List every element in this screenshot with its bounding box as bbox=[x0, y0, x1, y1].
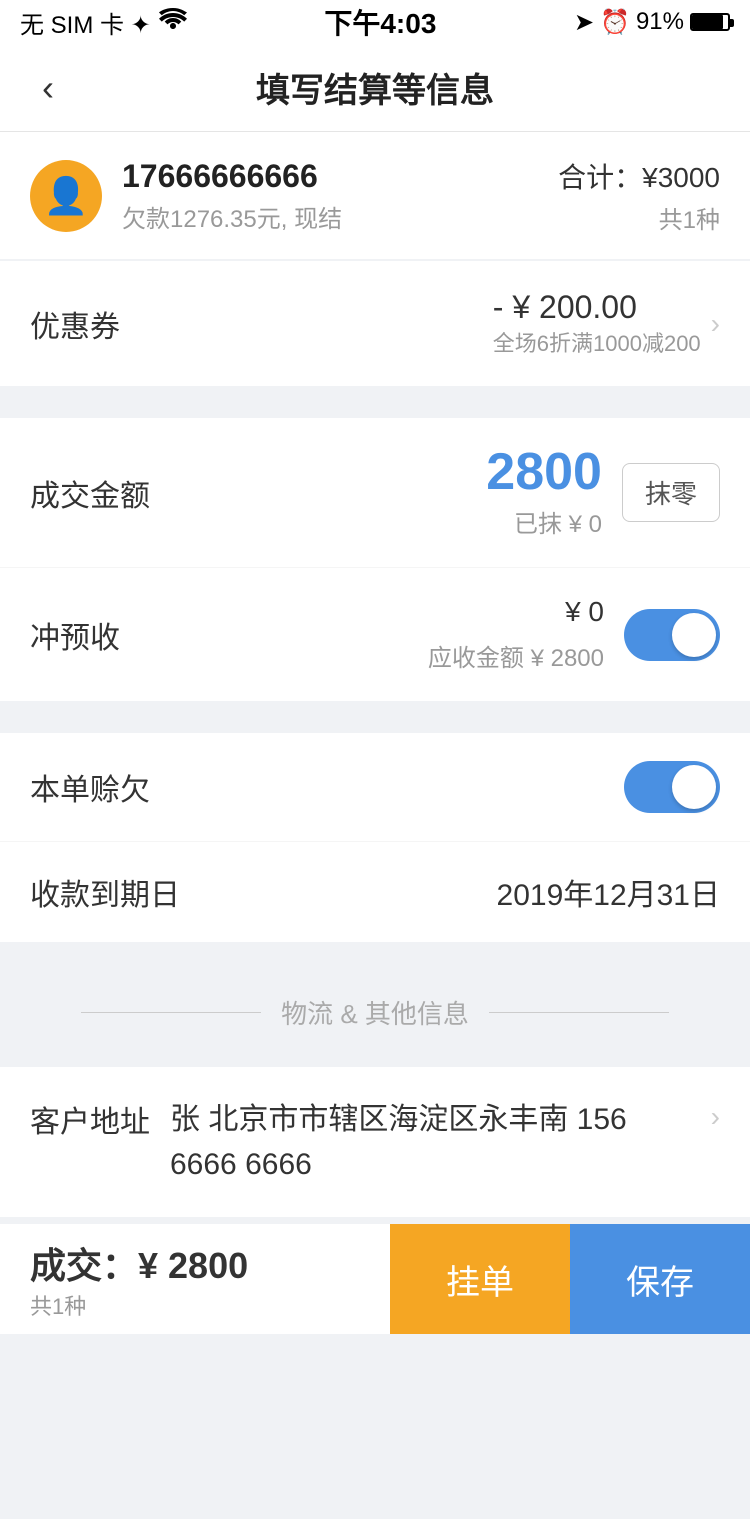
credit-row: 本单赊欠 bbox=[0, 733, 750, 842]
deal-amount-sub: 已抹 ¥ 0 bbox=[486, 504, 602, 539]
advance-sub: 应收金额 ¥ 2800 bbox=[428, 638, 604, 673]
page-title: 填写结算等信息 bbox=[256, 63, 494, 112]
deal-amount-label: 成交金额 bbox=[30, 471, 150, 515]
section-divider-2 bbox=[0, 717, 750, 733]
advance-content: ¥ 0 应收金额 ¥ 2800 bbox=[428, 596, 720, 673]
status-bar: 无 SIM 卡 ✦ 下午4:03 ➤ ⏰ 91% bbox=[0, 0, 750, 44]
credit-label: 本单赊欠 bbox=[30, 765, 150, 809]
hang-button[interactable]: 挂单 bbox=[390, 1224, 570, 1334]
nav-bar: ‹ 填写结算等信息 bbox=[0, 44, 750, 132]
deal-amount-content: 2800 已抹 ¥ 0 抹零 bbox=[486, 446, 720, 539]
deal-amount-value-block: 2800 已抹 ¥ 0 bbox=[486, 446, 602, 539]
wifi-icon bbox=[159, 8, 187, 37]
status-time: 下午4:03 bbox=[324, 2, 436, 42]
save-button[interactable]: 保存 bbox=[570, 1224, 750, 1334]
bottom-summary: 成交：¥ 2800 共1种 bbox=[0, 1237, 390, 1321]
status-left: 无 SIM 卡 ✦ bbox=[20, 5, 187, 40]
battery-icon bbox=[690, 13, 730, 31]
address-label: 客户地址 bbox=[30, 1097, 170, 1141]
address-chevron-icon: › bbox=[711, 1101, 720, 1133]
toggle-knob bbox=[672, 613, 716, 657]
back-button[interactable]: ‹ bbox=[24, 64, 72, 112]
user-phone: 17666666666 bbox=[122, 158, 342, 195]
coupon-desc: 全场6折满1000减200 bbox=[493, 326, 701, 358]
credit-section: 本单赊欠 收款到期日 2019年12月31日 bbox=[0, 733, 750, 942]
deal-amount-value: 2800 bbox=[486, 446, 602, 498]
user-info: 17666666666 欠款1276.35元, 现结 bbox=[122, 158, 342, 234]
bottom-deal-amount: ¥ 2800 bbox=[138, 1245, 248, 1286]
bottom-deal-label: 成交： bbox=[30, 1245, 138, 1286]
user-sub-text: 欠款1276.35元, 现结 bbox=[122, 199, 342, 234]
user-total: 合计：¥3000 bbox=[558, 156, 720, 196]
section-divider-3 bbox=[0, 958, 750, 974]
advance-amount: ¥ 0 bbox=[565, 596, 604, 628]
address-text: 张 北京市市辖区海淀区永丰南 156 6666 6666 bbox=[170, 1097, 701, 1187]
separator-line-right bbox=[489, 1012, 669, 1013]
section-divider-4 bbox=[0, 1051, 750, 1067]
advance-toggle[interactable] bbox=[624, 609, 720, 661]
due-date-value: 2019年12月31日 bbox=[497, 870, 720, 914]
bottom-deal-text: 成交：¥ 2800 bbox=[30, 1237, 360, 1289]
sim-status: 无 SIM 卡 ✦ bbox=[20, 5, 151, 40]
coupon-right: - ¥ 200.00 全场6折满1000减200 › bbox=[493, 289, 720, 358]
user-card: 👤 17666666666 欠款1276.35元, 现结 合计：¥3000 共1… bbox=[0, 132, 750, 259]
coupon-label: 优惠券 bbox=[30, 302, 120, 346]
advance-row: 冲预收 ¥ 0 应收金额 ¥ 2800 bbox=[0, 568, 750, 701]
coupon-chevron-icon: › bbox=[711, 308, 720, 340]
coupon-row[interactable]: 优惠券 - ¥ 200.00 全场6折满1000减200 › bbox=[0, 261, 750, 386]
status-right: ➤ ⏰ 91% bbox=[574, 8, 730, 37]
avatar-icon: 👤 bbox=[44, 175, 89, 217]
user-total-block: 合计：¥3000 共1种 bbox=[558, 156, 720, 235]
advance-value-block: ¥ 0 应收金额 ¥ 2800 bbox=[428, 596, 604, 673]
credit-toggle[interactable] bbox=[624, 761, 720, 813]
coupon-amount: - ¥ 200.00 bbox=[493, 289, 701, 326]
bottom-count: 共1种 bbox=[30, 1289, 360, 1321]
battery-percent: 91% bbox=[636, 8, 684, 36]
alarm-icon: ⏰ bbox=[600, 8, 630, 37]
location-icon: ➤ bbox=[574, 8, 594, 37]
separator-line-left bbox=[81, 1012, 261, 1013]
logistics-label: 物流 & 其他信息 bbox=[281, 994, 469, 1031]
round-zero-button[interactable]: 抹零 bbox=[622, 463, 720, 522]
user-count: 共1种 bbox=[558, 200, 720, 235]
form-section: 成交金额 2800 已抹 ¥ 0 抹零 冲预收 ¥ 0 应收金额 ¥ 2800 bbox=[0, 418, 750, 701]
advance-label: 冲预收 bbox=[30, 613, 120, 657]
credit-toggle-knob bbox=[672, 765, 716, 809]
avatar: 👤 bbox=[30, 160, 102, 232]
deal-amount-row: 成交金额 2800 已抹 ¥ 0 抹零 bbox=[0, 418, 750, 568]
due-date-label: 收款到期日 bbox=[30, 870, 180, 914]
bottom-bar: 成交：¥ 2800 共1种 挂单 保存 bbox=[0, 1224, 750, 1334]
address-row[interactable]: 客户地址 张 北京市市辖区海淀区永丰南 156 6666 6666 › bbox=[0, 1067, 750, 1217]
due-date-row: 收款到期日 2019年12月31日 bbox=[0, 842, 750, 942]
logistics-separator: 物流 & 其他信息 bbox=[0, 974, 750, 1051]
section-divider-1 bbox=[0, 402, 750, 418]
